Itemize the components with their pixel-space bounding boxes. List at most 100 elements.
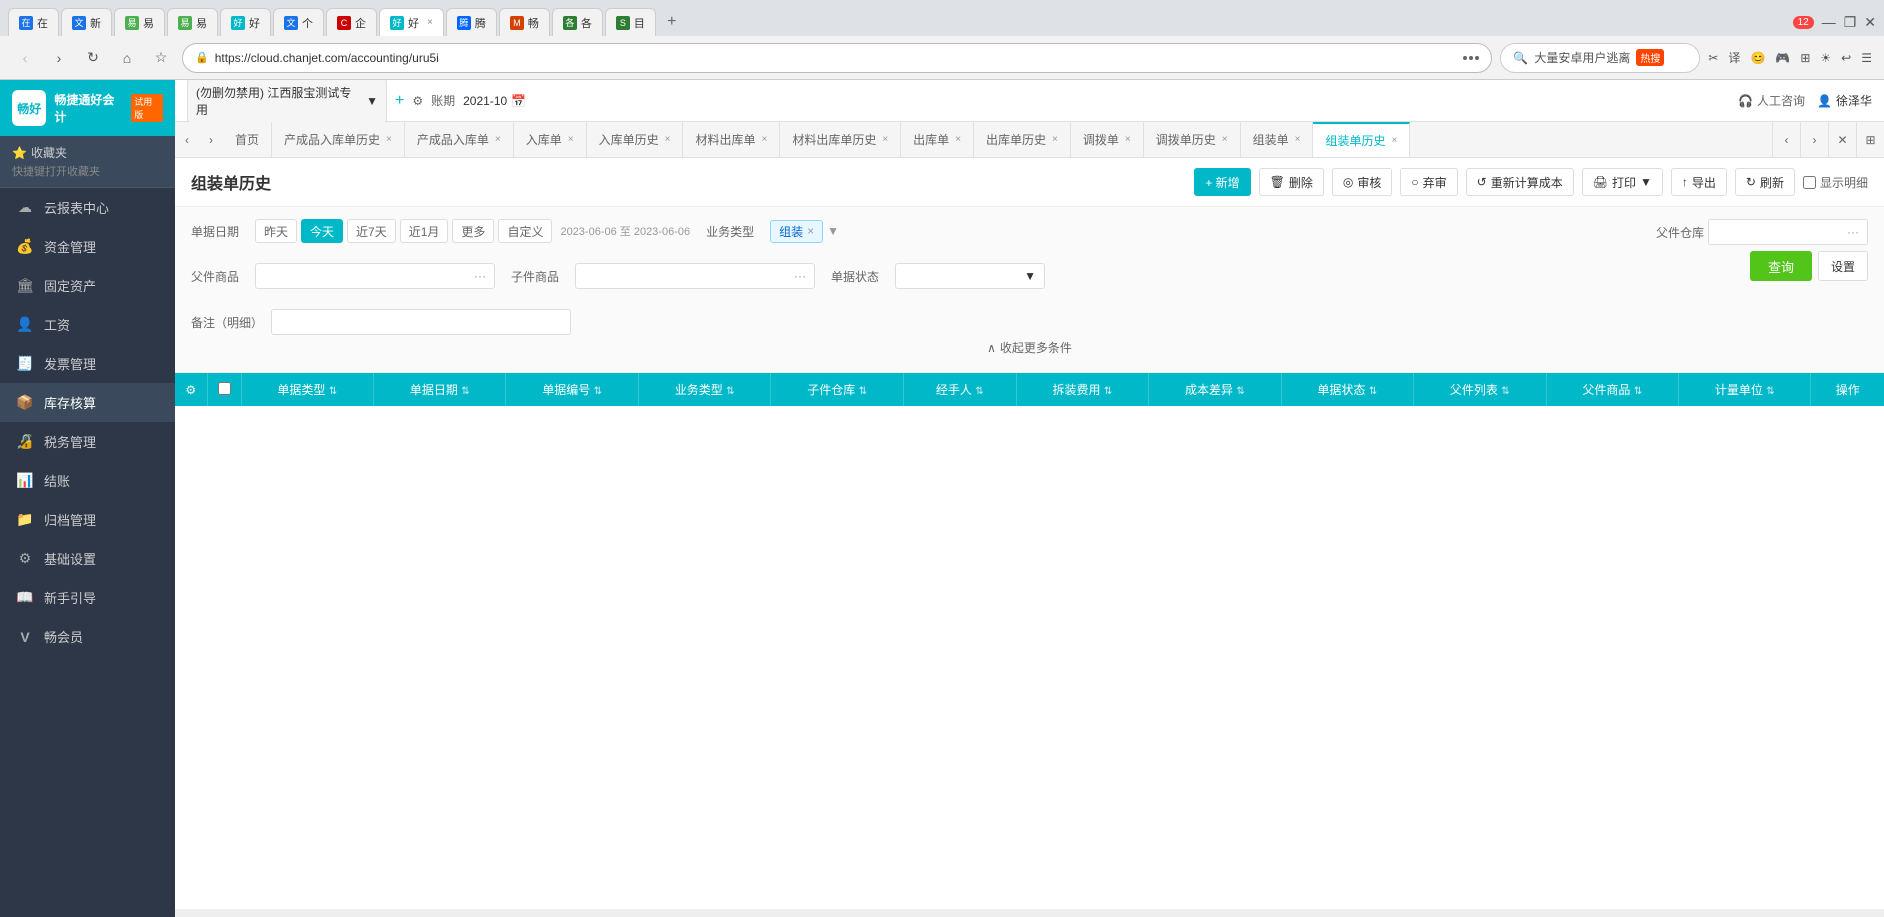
print-button[interactable]: 🖨 打印 ▼ [1582, 168, 1663, 196]
browser-tab-11[interactable]: S 目 [605, 8, 656, 36]
browser-tab-6[interactable]: C 企 [326, 8, 377, 36]
browser-tab-0[interactable]: 在 在 [8, 8, 59, 36]
page-tab-7[interactable]: 出库单历史 × [974, 122, 1071, 157]
browser-tab-close-7[interactable]: × [427, 17, 433, 28]
audit-button[interactable]: ◎ 审核 [1332, 168, 1393, 196]
page-tab-11[interactable]: 组装单历史 × [1313, 122, 1410, 157]
th-biz-type[interactable]: 业务类型 ⇅ [638, 373, 770, 406]
horizontal-scrollbar[interactable] [175, 909, 1884, 917]
page-tab-close-11[interactable]: × [1391, 135, 1397, 146]
favorites-section[interactable]: ⭐ 收藏夹 快捷键打开收藏夹 [0, 136, 175, 188]
search-box[interactable]: 🔍 大量安卓用户逃离 热搜 [1500, 43, 1700, 73]
browser-tab-9[interactable]: M 畅 [499, 8, 550, 36]
query-button[interactable]: 查询 [1750, 251, 1812, 281]
user-info[interactable]: 👤 徐泽华 [1817, 92, 1872, 109]
sidebar-logo[interactable]: 畅好 畅捷通好会计 试用版 [0, 80, 175, 136]
browser-tab-5[interactable]: 文 个 [273, 8, 324, 36]
parent-goods-more-icon[interactable]: ··· [474, 269, 486, 283]
th-bill-status[interactable]: 单据状态 ⇅ [1281, 373, 1413, 406]
tab-add-button[interactable]: + [658, 8, 686, 36]
date-btn-yesterday[interactable]: 昨天 [255, 219, 297, 243]
parent-goods-input[interactable]: ··· [255, 263, 495, 289]
nav-item-fixed-assets[interactable]: 🏛 固定资产 [0, 266, 175, 305]
page-tab-close-3[interactable]: × [665, 134, 671, 145]
child-goods-more-icon[interactable]: ··· [794, 269, 806, 283]
remarks-input[interactable] [271, 309, 571, 335]
page-tab-close-1[interactable]: × [495, 134, 501, 145]
child-goods-input[interactable]: ··· [575, 263, 815, 289]
tab-scroll-left[interactable]: ‹ [1772, 122, 1800, 158]
page-tab-close-8[interactable]: × [1125, 134, 1131, 145]
page-tab-close-2[interactable]: × [568, 134, 574, 145]
maximize-icon[interactable]: ❐ [1844, 14, 1857, 31]
page-tab-2[interactable]: 入库单 × [514, 122, 587, 157]
select-all-checkbox[interactable] [218, 382, 231, 395]
th-cost-diff[interactable]: 成本差异 ⇅ [1149, 373, 1281, 406]
page-tab-close-9[interactable]: × [1222, 134, 1228, 145]
browser-tab-4[interactable]: 好 好 [220, 8, 271, 36]
parent-warehouse-more[interactable]: ··· [1847, 225, 1859, 239]
minimize-icon[interactable]: — [1822, 14, 1836, 31]
tab-scroll-right[interactable]: › [1800, 122, 1828, 158]
scissors-icon[interactable]: ✂ [1708, 51, 1718, 65]
date-btn-7days[interactable]: 近7天 [347, 219, 396, 243]
browser-tab-10[interactable]: 各 各 [552, 8, 603, 36]
tab-more[interactable]: ⊞ [1856, 122, 1884, 158]
page-tab-0[interactable]: 产成品入库单历史 × [272, 122, 405, 157]
date-btn-custom[interactable]: 自定义 [498, 219, 552, 243]
browser-tab-1[interactable]: 文 新 [61, 8, 112, 36]
tab-prev-button[interactable]: ‹ [175, 122, 199, 158]
collapse-button[interactable]: ∧ 收起更多条件 [975, 335, 1084, 360]
show-detail-checkbox[interactable]: 显示明细 [1803, 174, 1868, 191]
url-box[interactable]: 🔒 https://cloud.chanjet.com/accounting/u… [182, 43, 1492, 73]
th-checkbox[interactable] [207, 373, 241, 406]
abandon-button[interactable]: ○ 弃审 [1400, 168, 1457, 196]
translate-icon[interactable]: 译 [1728, 49, 1740, 66]
th-child-wh[interactable]: 子件仓库 ⇅ [771, 373, 903, 406]
back-button[interactable]: ‹ [12, 45, 38, 71]
date-btn-more[interactable]: 更多 [452, 219, 494, 243]
add-company-btn[interactable]: + [395, 92, 404, 110]
close-icon[interactable]: ✕ [1864, 14, 1876, 31]
add-button[interactable]: + 新增 [1194, 168, 1250, 196]
tab-close-current[interactable]: ✕ [1828, 122, 1856, 158]
nav-item-tax[interactable]: 🔏 税务管理 [0, 422, 175, 461]
nav-item-funds[interactable]: 💰 资金管理 [0, 227, 175, 266]
set-button[interactable]: 设置 [1818, 251, 1868, 281]
nav-item-guide[interactable]: 📖 新手引导 [0, 578, 175, 617]
refresh-button[interactable]: ↻ 刷新 [1735, 168, 1795, 196]
page-tab-close-5[interactable]: × [882, 134, 888, 145]
nav-item-cloud-report[interactable]: ☁ 云报表中心 [0, 188, 175, 227]
page-tab-5[interactable]: 材料出库单历史 × [780, 122, 901, 157]
browser-tab-3[interactable]: 易 易 [167, 8, 218, 36]
th-settings[interactable]: ⚙ [175, 373, 207, 406]
page-tab-3[interactable]: 入库单历史 × [587, 122, 684, 157]
delete-button[interactable]: 🗑 删除 [1259, 168, 1324, 196]
page-tab-8[interactable]: 调拨单 × [1071, 122, 1144, 157]
business-type-close[interactable]: × [807, 224, 814, 238]
nav-item-settings[interactable]: ⚙ 基础设置 [0, 539, 175, 578]
th-bill-no[interactable]: 单据编号 ⇅ [506, 373, 638, 406]
date-btn-1month[interactable]: 近1月 [400, 219, 449, 243]
page-tab-4[interactable]: 材料出库单 × [683, 122, 780, 157]
page-tab-close-6[interactable]: × [955, 134, 961, 145]
settings-gear-icon[interactable]: ⚙ [412, 94, 423, 108]
nav-item-member[interactable]: V 畅会员 [0, 617, 175, 656]
page-tab-10[interactable]: 组装单 × [1241, 122, 1314, 157]
browser-tab-8[interactable]: 腾 腾 [446, 8, 497, 36]
page-tab-close-10[interactable]: × [1295, 134, 1301, 145]
th-bill-type[interactable]: 单据类型 ⇅ [241, 373, 373, 406]
nav-item-closing[interactable]: 📊 结账 [0, 461, 175, 500]
page-tab-9[interactable]: 调拨单历史 × [1144, 122, 1241, 157]
page-tab-close-4[interactable]: × [761, 134, 767, 145]
browser-tab-7[interactable]: 好 好 × [379, 8, 444, 36]
menu-icon[interactable]: ☰ [1861, 51, 1872, 65]
show-detail-check[interactable] [1803, 176, 1816, 189]
grid-icon[interactable]: ⊞ [1800, 51, 1810, 65]
undo-icon[interactable]: ↩ [1841, 51, 1851, 65]
page-tab-close-0[interactable]: × [386, 134, 392, 145]
home-button[interactable]: ⌂ [114, 45, 140, 71]
page-tab-1[interactable]: 产成品入库单 × [405, 122, 514, 157]
th-parent-list[interactable]: 父件列表 ⇅ [1414, 373, 1546, 406]
page-tab-home[interactable]: 首页 [223, 122, 272, 157]
